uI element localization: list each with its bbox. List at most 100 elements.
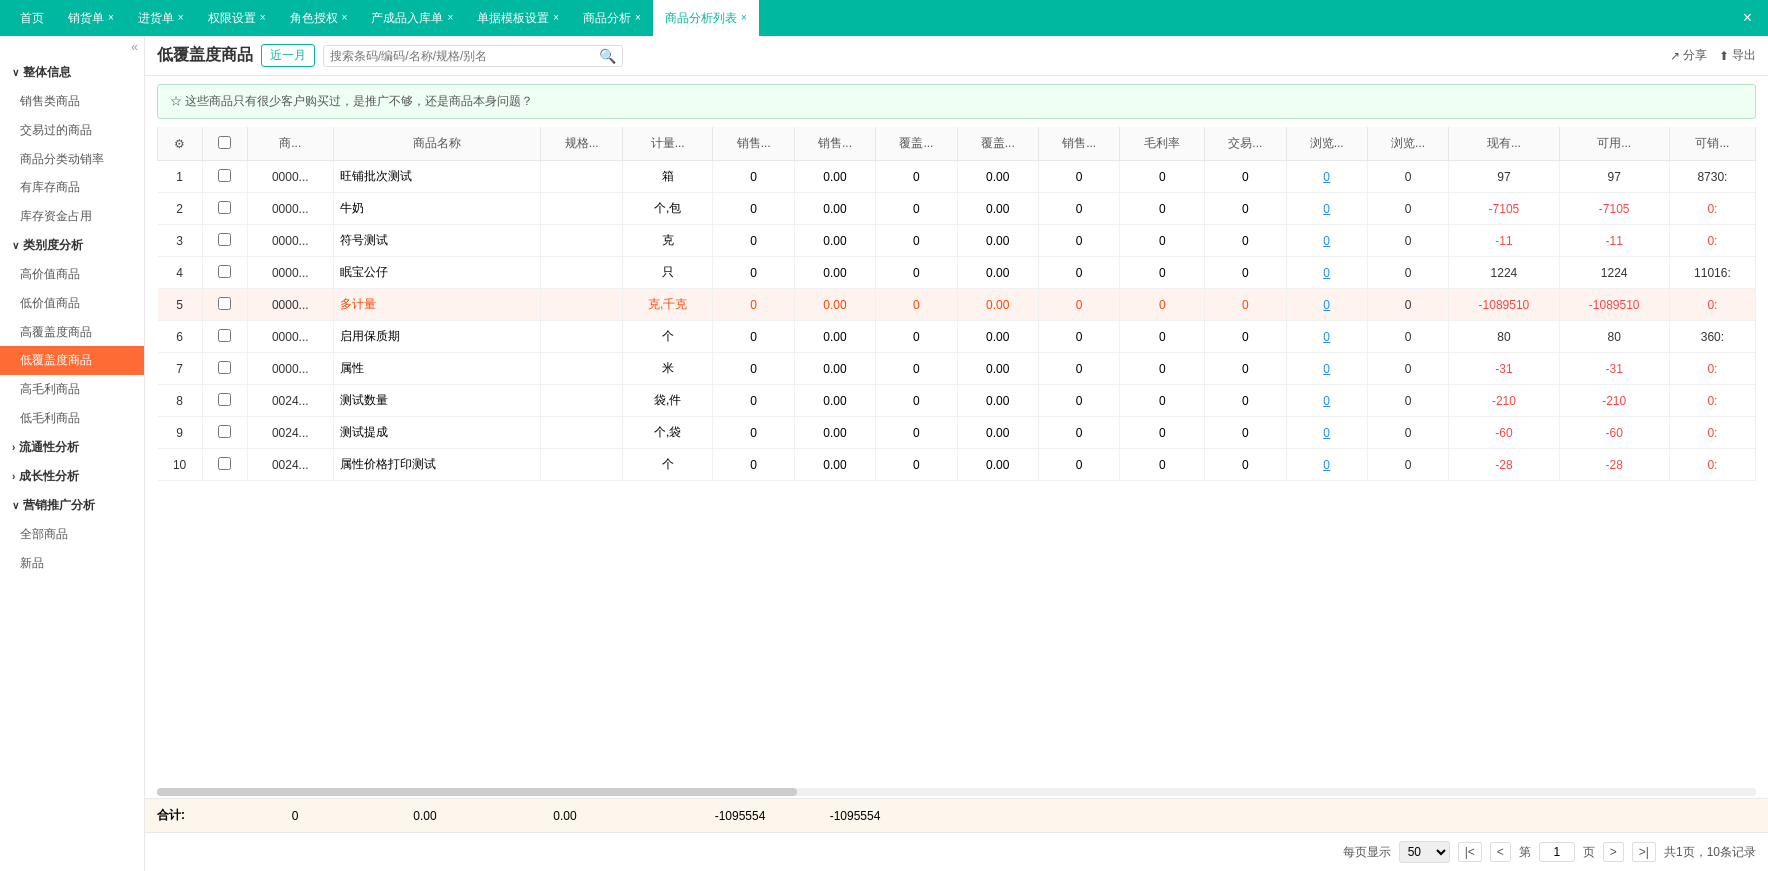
sidebar-item-stocked-products[interactable]: 有库存商品 [0, 173, 144, 202]
sidebar-item-low-value[interactable]: 低价值商品 [0, 289, 144, 318]
row-sales-days: 0 [1038, 289, 1119, 321]
sidebar-group-growth[interactable]: › 成长性分析 [0, 462, 144, 491]
chevron-down-icon-3: ∨ [12, 500, 19, 511]
scroll-thumb[interactable] [157, 788, 797, 796]
row-browse1[interactable]: 0 [1286, 289, 1367, 321]
row-checkbox[interactable] [202, 289, 247, 321]
row-sales-qty: 0 [713, 321, 794, 353]
prev-page-button[interactable]: < [1490, 842, 1511, 862]
row-cov1: 0 [876, 353, 957, 385]
search-icon[interactable]: 🔍 [599, 48, 616, 64]
row-available: -60 [1559, 417, 1669, 449]
last-page-button[interactable]: >| [1632, 842, 1656, 862]
row-trans: 0 [1205, 385, 1286, 417]
col-checkbox[interactable] [202, 127, 247, 161]
sidebar-item-high-value[interactable]: 高价值商品 [0, 260, 144, 289]
close-all-button[interactable]: × [1735, 9, 1760, 27]
row-sales-days: 0 [1038, 321, 1119, 353]
row-checkbox[interactable] [202, 385, 247, 417]
table-container: ⚙ 商... 商品名称 规格... 计量... 销售... 销售... 覆盖..… [145, 127, 1768, 786]
next-page-button[interactable]: > [1603, 842, 1624, 862]
nav-item-product-analysis-list[interactable]: 商品分析列表 × [653, 0, 759, 36]
row-browse1[interactable]: 0 [1286, 193, 1367, 225]
search-input[interactable] [330, 49, 599, 63]
content-area: 低覆盖度商品 近一月 🔍 ↗ 分享 ⬆ 导出 ☆ 这些商品只有很少客户购买过，是… [145, 36, 1768, 871]
chevron-down-icon-2: ∨ [12, 240, 19, 251]
page-size-select[interactable]: 50 100 [1399, 841, 1450, 863]
nav-item-purchase[interactable]: 进货单 × [126, 0, 196, 36]
select-all-checkbox[interactable] [218, 136, 231, 149]
row-cov1: 0 [876, 225, 957, 257]
nav-item-role[interactable]: 角色授权 × [278, 0, 360, 36]
row-checkbox[interactable] [202, 225, 247, 257]
row-code: 0000... [247, 353, 333, 385]
page-input[interactable] [1539, 842, 1575, 862]
first-page-button[interactable]: |< [1458, 842, 1482, 862]
sidebar-group-category[interactable]: ∨ 类别度分析 [0, 231, 144, 260]
col-sales-days: 销售... [1038, 127, 1119, 161]
time-filter-button[interactable]: 近一月 [261, 44, 315, 67]
nav-item-production[interactable]: 产成品入库单 × [359, 0, 465, 36]
row-unit: 个,包 [622, 193, 713, 225]
row-available: -210 [1559, 385, 1669, 417]
sidebar-group-marketing[interactable]: ∨ 营销推广分析 [0, 491, 144, 520]
row-checkbox[interactable] [202, 353, 247, 385]
table-row: 3 0000... 符号测试 克 0 0.00 0 0.00 0 0 0 0 0… [158, 225, 1756, 257]
nav-item-product-analysis[interactable]: 商品分析 × [571, 0, 653, 36]
row-checkbox[interactable] [202, 193, 247, 225]
row-browse1[interactable]: 0 [1286, 449, 1367, 481]
horizontal-scrollbar[interactable] [145, 786, 1768, 798]
nav-item-sales[interactable]: 销货单 × [56, 0, 126, 36]
sidebar-item-high-margin[interactable]: 高毛利商品 [0, 375, 144, 404]
sidebar-item-category-rate[interactable]: 商品分类动销率 [0, 145, 144, 174]
col-code: 商... [247, 127, 333, 161]
sidebar-group-liquidity[interactable]: › 流通性分析 [0, 433, 144, 462]
total-sales-qty: 0 [205, 809, 385, 823]
sidebar-collapse-button[interactable]: « [0, 36, 144, 58]
row-checkbox[interactable] [202, 449, 247, 481]
sidebar-item-inventory-capital[interactable]: 库存资金占用 [0, 202, 144, 231]
nav-item-permissions[interactable]: 权限设置 × [196, 0, 278, 36]
row-num: 7 [158, 353, 203, 385]
row-checkbox[interactable] [202, 417, 247, 449]
row-browse1[interactable]: 0 [1286, 257, 1367, 289]
row-name: 符号测试 [333, 225, 541, 257]
row-checkbox[interactable] [202, 257, 247, 289]
row-checkbox[interactable] [202, 161, 247, 193]
sidebar-item-high-coverage[interactable]: 高覆盖度商品 [0, 318, 144, 347]
pagination-bar: 每页显示 50 100 |< < 第 页 > >| 共1页，10条记录 [145, 832, 1768, 871]
col-settings[interactable]: ⚙ [158, 127, 203, 161]
row-current: -7105 [1449, 193, 1559, 225]
nav-item-home[interactable]: 首页 [8, 0, 56, 36]
sidebar-item-all-products[interactable]: 全部商品 [0, 520, 144, 549]
row-gross: 0 [1120, 161, 1205, 193]
sidebar-item-low-margin[interactable]: 低毛利商品 [0, 404, 144, 433]
total-pages-info: 共1页，10条记录 [1664, 844, 1756, 861]
share-button[interactable]: ↗ 分享 [1670, 47, 1707, 64]
row-cov2: 0.00 [957, 257, 1038, 289]
row-checkbox[interactable] [202, 321, 247, 353]
row-browse1[interactable]: 0 [1286, 225, 1367, 257]
chevron-right-icon-2: › [12, 471, 15, 482]
row-browse1[interactable]: 0 [1286, 321, 1367, 353]
total-sales-amt: 0.00 [385, 809, 465, 823]
sidebar-item-new-products[interactable]: 新品 [0, 549, 144, 578]
row-browse1[interactable]: 0 [1286, 161, 1367, 193]
col-coverage1: 覆盖... [876, 127, 957, 161]
row-sales-amt: 0.00 [794, 353, 875, 385]
row-browse1[interactable]: 0 [1286, 417, 1367, 449]
export-icon: ⬆ [1719, 49, 1729, 63]
sidebar-item-sales-products[interactable]: 销售类商品 [0, 87, 144, 116]
row-current: -31 [1449, 353, 1559, 385]
row-browse1[interactable]: 0 [1286, 385, 1367, 417]
sidebar-group-overview[interactable]: ∨ 整体信息 [0, 58, 144, 87]
top-nav-bar: 首页 销货单 × 进货单 × 权限设置 × 角色授权 × 产成品入库单 × 单据… [0, 0, 1768, 36]
row-browse2: 0 [1367, 161, 1448, 193]
row-sales-amt: 0.00 [794, 449, 875, 481]
sidebar-item-low-coverage[interactable]: 低覆盖度商品 [0, 346, 144, 375]
nav-item-template[interactable]: 单据模板设置 × [465, 0, 571, 36]
sidebar-item-traded-products[interactable]: 交易过的商品 [0, 116, 144, 145]
export-button[interactable]: ⬆ 导出 [1719, 47, 1756, 64]
row-browse1[interactable]: 0 [1286, 353, 1367, 385]
row-trans: 0 [1205, 417, 1286, 449]
